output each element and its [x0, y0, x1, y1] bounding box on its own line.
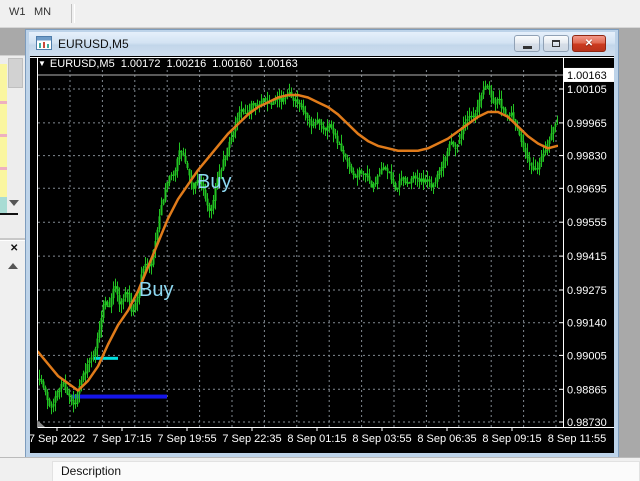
svg-text:0.99140: 0.99140 — [567, 318, 607, 330]
svg-text:1.00163: 1.00163 — [567, 70, 607, 82]
svg-text:8 Sep 03:55: 8 Sep 03:55 — [352, 433, 411, 445]
docked-list-fragment — [0, 64, 7, 197]
toolbar-separator — [71, 4, 75, 23]
svg-text:0.99965: 0.99965 — [567, 118, 607, 130]
panel-close-button[interactable]: ✕ — [10, 243, 18, 254]
svg-text:7 Sep 22:35: 7 Sep 22:35 — [222, 433, 281, 445]
svg-text:0.98865: 0.98865 — [567, 384, 607, 396]
info-symbol: EURUSD,M5 — [49, 58, 115, 70]
window-title: EURUSD,M5 — [58, 37, 129, 51]
svg-text:0.99555: 0.99555 — [567, 217, 607, 229]
period-button-w1[interactable]: W1 — [9, 6, 26, 18]
grid — [38, 70, 558, 427]
minimize-icon — [522, 46, 532, 49]
svg-text:8 Sep 11:55: 8 Sep 11:55 — [548, 433, 607, 445]
svg-text:0.99005: 0.99005 — [567, 350, 607, 362]
restore-icon — [552, 40, 560, 47]
window-controls: ✕ — [514, 35, 606, 52]
docked-list-row-mark — [0, 167, 7, 170]
chart-client-area: 1.00105 0.99965 0.99830 0.99695 0.99555 0.994… — [30, 56, 614, 453]
svg-text:0.99830: 0.99830 — [567, 151, 607, 163]
ohlc-info-bar: ▼ EURUSD,M5 1.00172 1.00216 1.00160 1.00163 — [38, 58, 304, 71]
minimize-button[interactable] — [514, 35, 540, 52]
svg-text:0.99275: 0.99275 — [567, 285, 607, 297]
info-open: 1.00172 — [120, 58, 161, 70]
period-button-mn[interactable]: MN — [34, 6, 51, 18]
svg-text:1.00105: 1.00105 — [567, 84, 607, 96]
scroll-down-icon[interactable] — [9, 200, 19, 206]
svg-text:8 Sep 06:35: 8 Sep 06:35 — [417, 433, 476, 445]
left-dock-lower-panel: ✕ — [0, 241, 26, 457]
left-dock-upper-panel — [0, 55, 26, 239]
price-axis: 1.00105 0.99965 0.99830 0.99695 0.99555 0.994… — [559, 67, 614, 429]
svg-text:7 Sep 19:55: 7 Sep 19:55 — [157, 433, 216, 445]
chart-corner-grip — [37, 420, 45, 427]
info-low: 1.00160 — [212, 58, 253, 70]
svg-text:0.99415: 0.99415 — [567, 251, 607, 263]
svg-text:8 Sep 09:15: 8 Sep 09:15 — [482, 433, 541, 445]
chart-window: EURUSD,M5 ✕ 1.00105 0.99965 0.99830 0.99695… — [25, 29, 619, 458]
terminal-panel: Description — [52, 461, 640, 481]
panel-underline — [0, 213, 18, 215]
close-button[interactable]: ✕ — [572, 35, 606, 52]
docked-list-row-mark — [0, 101, 7, 104]
docked-list-fragment-teal — [0, 197, 7, 213]
info-close: 1.00163 — [258, 58, 298, 70]
time-axis: 7 Sep 2022 7 Sep 17:15 7 Sep 19:55 7 Sep 22… — [30, 428, 606, 445]
docked-list-row-mark — [0, 134, 7, 137]
symbol-menu-icon[interactable]: ▼ — [38, 59, 46, 68]
info-high: 1.00216 — [166, 58, 207, 70]
tab-description[interactable]: Description — [61, 464, 121, 478]
chart-canvas[interactable]: 1.00105 0.99965 0.99830 0.99695 0.99555 0.994… — [30, 56, 614, 453]
restore-button[interactable] — [543, 35, 569, 52]
buy-annotation: Buy — [139, 279, 173, 301]
svg-text:8 Sep 01:15: 8 Sep 01:15 — [287, 433, 346, 445]
periods-toolbar: W1 MN — [0, 0, 640, 28]
buy-annotation: Buy — [197, 171, 231, 193]
chart-objects — [72, 356, 167, 399]
chart-window-icon — [36, 36, 52, 50]
plot-frame — [30, 57, 614, 428]
candles — [38, 80, 558, 415]
terminal-bottom-bar: Description — [0, 457, 640, 481]
svg-text:0.99695: 0.99695 — [567, 183, 607, 195]
svg-text:7 Sep 17:15: 7 Sep 17:15 — [92, 433, 151, 445]
scroll-up-icon[interactable] — [8, 263, 18, 269]
svg-text:7 Sep 2022: 7 Sep 2022 — [30, 433, 85, 445]
window-titlebar[interactable]: EURUSD,M5 ✕ — [29, 32, 615, 56]
svg-text:0.98730: 0.98730 — [567, 417, 607, 429]
scrollbar-thumb[interactable] — [8, 58, 23, 88]
ma-line — [38, 93, 558, 392]
